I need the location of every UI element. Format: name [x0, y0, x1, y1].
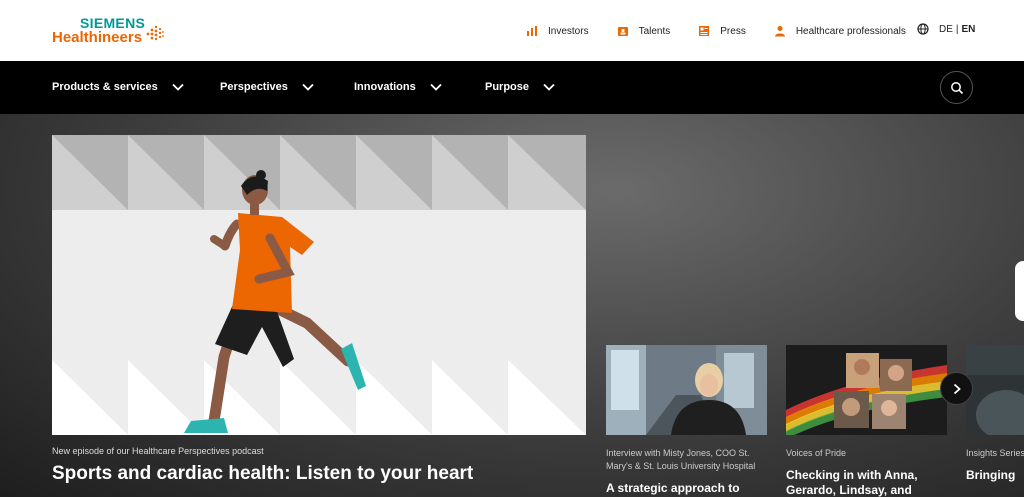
- card-image[interactable]: [606, 345, 767, 435]
- toplink-label: Press: [720, 25, 746, 37]
- chevron-down-icon: [302, 83, 314, 91]
- card-tag: Insights Series system of care: [966, 448, 1024, 458]
- siemens-healthineers-logo[interactable]: SIEMENS Healthineers: [52, 15, 172, 49]
- nav-label: Innovations: [354, 81, 416, 93]
- hero-title[interactable]: Sports and cardiac health: Listen to you…: [52, 463, 473, 485]
- search-button[interactable]: [940, 71, 973, 104]
- card-image[interactable]: [966, 345, 1024, 435]
- bar-chart-icon: [527, 26, 537, 36]
- chevron-down-icon: [430, 83, 442, 91]
- card-tag: Interview with Misty Jones, COO St. Mary…: [606, 448, 756, 471]
- hospital-corridor-photo: [606, 345, 767, 435]
- toplink-talents[interactable]: Talents: [617, 25, 671, 37]
- card-tag: Voices of Pride: [786, 448, 847, 458]
- hero-image[interactable]: [52, 135, 586, 435]
- toplink-label: Investors: [548, 25, 589, 37]
- language-switcher[interactable]: DE | EN: [917, 23, 975, 35]
- hero-section: New episode of our Healthcare Perspectiv…: [0, 114, 1024, 497]
- nav-purpose[interactable]: Purpose: [485, 81, 555, 93]
- card-voices-of-pride[interactable]: Voices of Pride Checking in with Anna, G…: [786, 345, 947, 497]
- main-nav: Products & services Perspectives Innovat…: [0, 61, 1024, 114]
- chevron-down-icon: [172, 83, 184, 91]
- briefcase-icon: [617, 27, 628, 36]
- language-separator: |: [955, 23, 959, 35]
- side-tab[interactable]: [1015, 261, 1024, 321]
- carousel-next-button[interactable]: [940, 372, 973, 405]
- toplink-healthcare-professionals[interactable]: Healthcare professionals: [774, 25, 906, 37]
- nav-label: Products & services: [52, 81, 158, 93]
- top-bar: SIEMENS Healthineers Investors Talents P…: [0, 0, 1024, 61]
- card-image[interactable]: [786, 345, 947, 435]
- chevron-down-icon: [543, 83, 555, 91]
- logo-line-healthineers: Healthineers: [52, 29, 143, 46]
- insights-photo: [966, 345, 1024, 435]
- search-icon: [950, 81, 963, 94]
- card-title[interactable]: Bringing: [966, 468, 1024, 483]
- toplink-press[interactable]: Press: [698, 25, 746, 37]
- language-en[interactable]: EN: [962, 24, 976, 35]
- nav-innovations[interactable]: Innovations: [354, 81, 442, 93]
- person-icon: [774, 26, 785, 37]
- language-de[interactable]: DE: [939, 24, 953, 35]
- card-insights-series[interactable]: Insights Series system of care Bringing: [966, 345, 1024, 483]
- runner-illustration: [52, 135, 586, 435]
- nav-label: Purpose: [485, 81, 530, 93]
- globe-icon: [917, 23, 929, 35]
- card-title[interactable]: Checking in with Anna, Gerardo, Lindsay,…: [786, 468, 947, 497]
- logo-dots-icon: [146, 25, 164, 41]
- nav-perspectives[interactable]: Perspectives: [220, 81, 314, 93]
- nav-products-services[interactable]: Products & services: [52, 81, 184, 93]
- card-misty-jones[interactable]: Interview with Misty Jones, COO St. Mary…: [606, 345, 767, 496]
- toplink-label: Healthcare professionals: [795, 25, 906, 37]
- nav-label: Perspectives: [220, 81, 288, 93]
- hero-tag: New episode of our Healthcare Perspectiv…: [52, 446, 264, 456]
- pride-portraits-image: [786, 345, 947, 435]
- chevron-right-icon: [953, 383, 961, 394]
- toplink-investors[interactable]: Investors: [526, 25, 589, 37]
- newspaper-icon: [699, 26, 710, 36]
- card-title[interactable]: A strategic approach to: [606, 481, 767, 496]
- top-links: Investors Talents Press Healthcare profe…: [526, 22, 934, 40]
- toplink-label: Talents: [638, 25, 671, 37]
